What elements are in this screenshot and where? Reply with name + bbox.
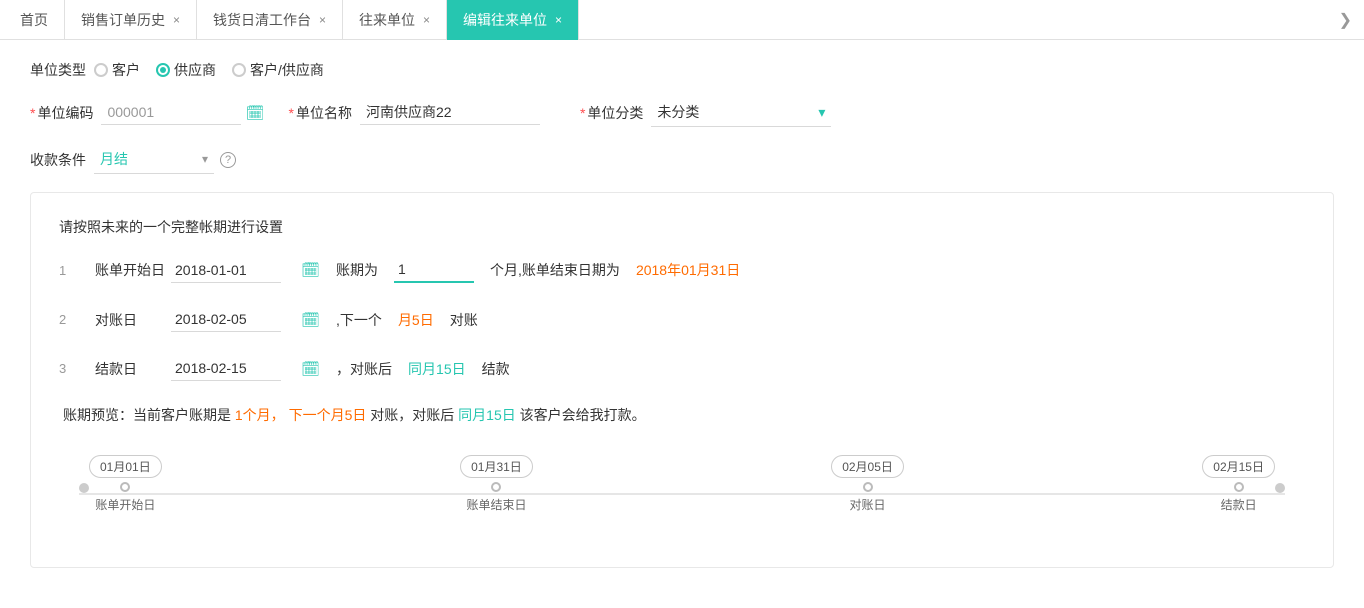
code-required: *	[30, 105, 35, 121]
tab-partner[interactable]: 往来单位 ×	[343, 0, 447, 40]
timeline-label-1: 账单开始日	[95, 496, 155, 513]
timeline-node-2: 01月31日 账单结束日	[460, 455, 533, 513]
row-2-label: 对账日	[95, 310, 155, 330]
period-input[interactable]	[394, 257, 474, 283]
timeline-container: 01月01日 账单开始日 01月31日 账单结束日 02月05日 对账日 02月…	[59, 445, 1305, 543]
main-content: 单位类型 客户 供应商 客户/供应商 * 单位编码 🗓 * 单位名称 *	[0, 40, 1364, 608]
row-1-label: 账单开始日	[95, 260, 155, 280]
payment-terms-label: 收款条件	[30, 150, 86, 170]
timeline-label-3: 对账日	[850, 496, 886, 513]
radio-supplier-circle	[156, 63, 170, 77]
unit-info-row: * 单位编码 🗓 * 单位名称 * 单位分类 未分类 ▾	[30, 98, 1334, 127]
payment-terms-help[interactable]: ?	[220, 152, 236, 168]
payment-prefix: ，对账后	[336, 359, 392, 379]
close-edit-partner[interactable]: ×	[555, 13, 562, 27]
close-partner[interactable]: ×	[423, 13, 430, 27]
timeline-left-dot	[79, 483, 89, 493]
start-date-cal-icon[interactable]: 🗓	[301, 261, 320, 279]
timeline-date-1: 01月01日	[89, 455, 162, 478]
reconcile-highlight: 月5日	[398, 310, 434, 330]
payment-suffix: 结款	[482, 359, 510, 379]
unit-type-label: 单位类型	[30, 60, 86, 80]
tab-sales-history[interactable]: 销售订单历史 ×	[65, 0, 197, 40]
payment-terms-select[interactable]: 月结 ▾	[94, 145, 214, 174]
billing-end-date: 2018年01月31日	[636, 260, 740, 280]
radio-both-circle	[232, 63, 246, 77]
unit-category-value: 未分类	[657, 102, 814, 122]
payment-highlight: 同月15日	[408, 359, 466, 379]
payment-terms-value: 月结	[100, 149, 198, 169]
tab-expand-button[interactable]: ❯	[1327, 10, 1364, 30]
timeline-node-1: 01月01日 账单开始日	[89, 455, 162, 513]
timeline-nodes: 01月01日 账单开始日 01月31日 账单结束日 02月05日 对账日 02月…	[89, 455, 1275, 513]
unit-type-radio-group: 客户 供应商 客户/供应商	[94, 60, 324, 80]
tab-home[interactable]: 首页	[0, 0, 65, 40]
cat-required: *	[580, 105, 585, 121]
billing-row-3: 3 结款日 🗓 ，对账后 同月15日 结款	[59, 356, 1305, 381]
unit-type-row: 单位类型 客户 供应商 客户/供应商	[30, 60, 1334, 80]
row-1-num: 1	[59, 263, 79, 278]
payment-terms-row: 收款条件 月结 ▾ ?	[30, 145, 1334, 174]
unit-name-label: 单位名称	[296, 103, 352, 123]
tab-bar: 首页 销售订单历史 × 钱货日清工作台 × 往来单位 × 编辑往来单位 × ❯	[0, 0, 1364, 40]
tab-cash-work[interactable]: 钱货日清工作台 ×	[197, 0, 343, 40]
category-chevron-icon: ▾	[818, 104, 825, 121]
start-date-input[interactable]	[171, 258, 281, 283]
row-2-num: 2	[59, 312, 79, 327]
unit-code-label: 单位编码	[37, 103, 93, 123]
name-required: *	[289, 105, 294, 121]
timeline-label-4: 结款日	[1221, 496, 1257, 513]
reconcile-date-input[interactable]	[171, 307, 281, 332]
period-suffix: 个月,账单结束日期为	[490, 260, 620, 280]
unit-code-input[interactable]	[101, 100, 241, 125]
row-3-label: 结款日	[95, 359, 155, 379]
period-prefix: 账期为	[336, 260, 378, 280]
payment-date-input[interactable]	[171, 356, 281, 381]
unit-code-icon[interactable]: 🗓	[245, 104, 264, 122]
payment-chevron-icon: ▾	[202, 152, 208, 166]
radio-customer-circle	[94, 63, 108, 77]
close-sales-history[interactable]: ×	[173, 13, 180, 27]
reconcile-date-cal-icon[interactable]: 🗓	[301, 311, 320, 329]
unit-name-input[interactable]	[360, 100, 540, 125]
unit-category-select[interactable]: 未分类 ▾	[651, 98, 831, 127]
timeline-date-4: 02月15日	[1202, 455, 1275, 478]
preview-end: 该客户会给我打款。	[520, 407, 646, 423]
preview-period: 1个月，	[235, 407, 285, 423]
tab-edit-partner[interactable]: 编辑往来单位 ×	[447, 0, 579, 40]
timeline-label-2: 账单结束日	[466, 496, 526, 513]
panel-title: 请按照未来的一个完整帐期进行设置	[59, 217, 1305, 237]
preview-payment-date: 同月15日	[458, 407, 516, 423]
radio-both[interactable]: 客户/供应商	[232, 60, 324, 80]
payment-date-cal-icon[interactable]: 🗓	[301, 360, 320, 378]
close-cash-work[interactable]: ×	[319, 13, 326, 27]
preview-middle: 对账，对账后	[370, 407, 454, 423]
preview-text: 账期预览：当前客户账期是 1个月， 下一个月5日 对账，对账后 同月15日 该客…	[59, 405, 1305, 425]
timeline-date-2: 01月31日	[460, 455, 533, 478]
timeline-right-dot	[1275, 483, 1285, 493]
unit-category-label: 单位分类	[587, 103, 643, 123]
timeline-node-4: 02月15日 结款日	[1202, 455, 1275, 513]
reconcile-suffix: 对账	[450, 310, 478, 330]
preview-label: 账期预览：当前客户账期是	[63, 407, 231, 423]
billing-row-1: 1 账单开始日 🗓 账期为 个月,账单结束日期为 2018年01月31日	[59, 257, 1305, 283]
billing-panel: 请按照未来的一个完整帐期进行设置 1 账单开始日 🗓 账期为 个月,账单结束日期…	[30, 192, 1334, 568]
radio-customer[interactable]: 客户	[94, 60, 140, 80]
timeline-node-3: 02月05日 对账日	[831, 455, 904, 513]
row-3-num: 3	[59, 361, 79, 376]
radio-supplier[interactable]: 供应商	[156, 60, 216, 80]
preview-reconcile-date: 下一个月5日	[289, 407, 367, 423]
billing-row-2: 2 对账日 🗓 ,下一个 月5日 对账	[59, 307, 1305, 332]
timeline-date-3: 02月05日	[831, 455, 904, 478]
reconcile-prefix: ,下一个	[336, 310, 382, 330]
